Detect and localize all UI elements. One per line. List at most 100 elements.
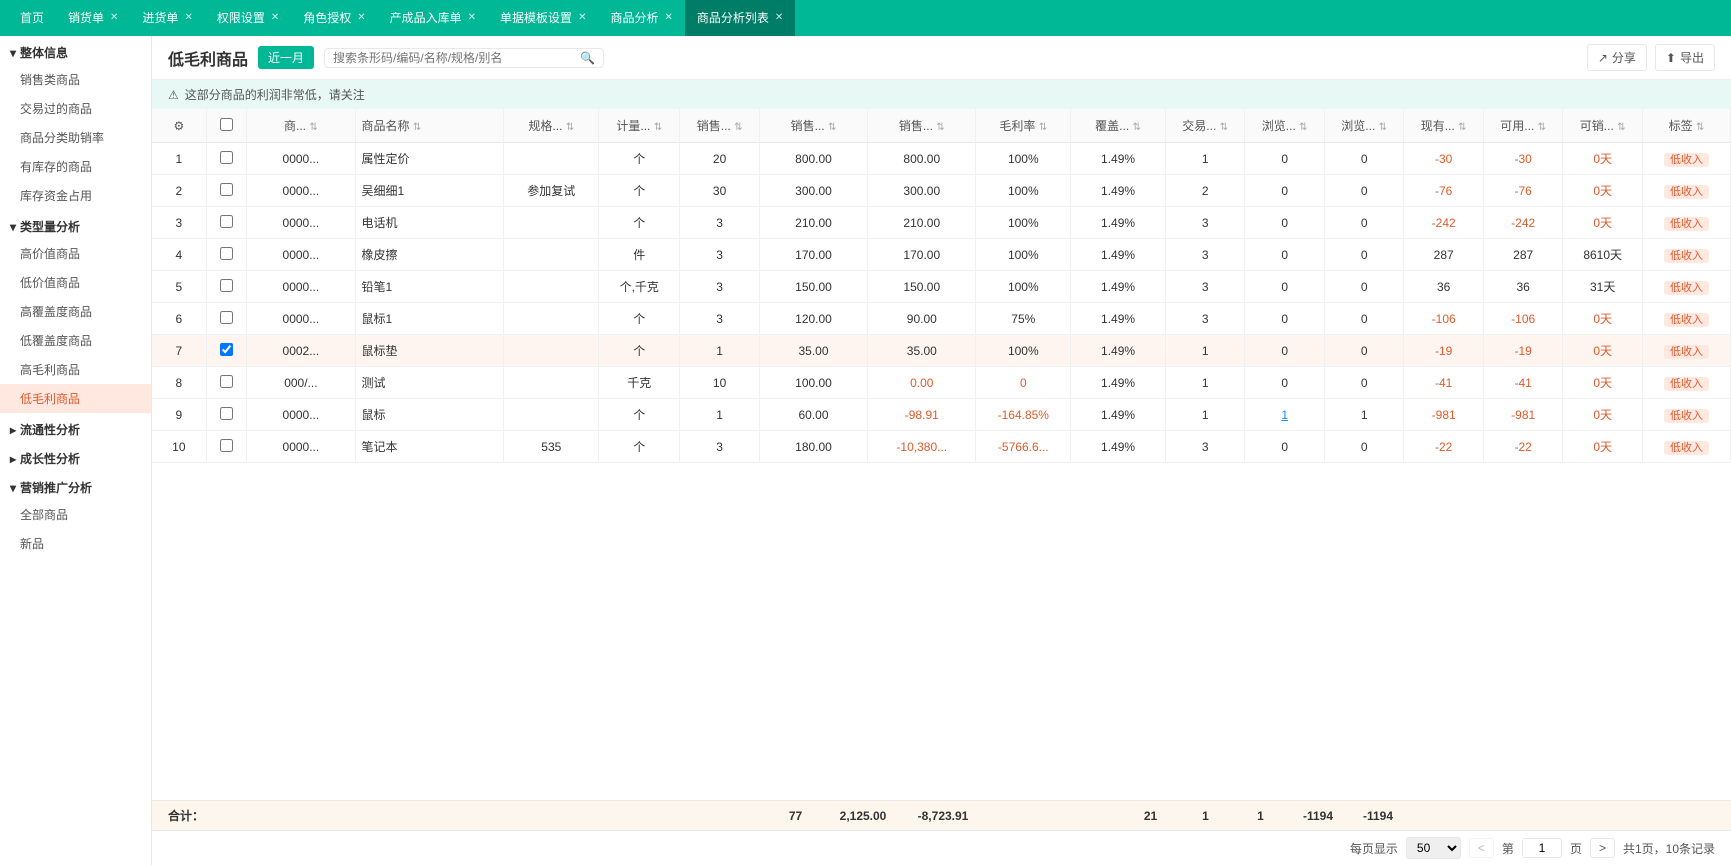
row-checkbox[interactable] [206,367,247,399]
sidebar-item-all-goods[interactable]: 全部商品 [0,500,151,529]
share-button[interactable]: ↗ 分享 [1587,44,1647,71]
nav-item-template[interactable]: 单据模板设置 ✕ [488,0,598,36]
nav-item-analysis[interactable]: 商品分析 ✕ [598,0,684,36]
close-icon[interactable]: ✕ [271,0,279,36]
search-input[interactable] [333,51,576,65]
row-sale-price: 800.00 [759,143,867,175]
nav-item-product-entry[interactable]: 产成品入库单 ✕ [378,0,488,36]
per-page-select[interactable]: 50 100 200 [1406,837,1461,859]
next-page-button[interactable]: > [1590,838,1615,858]
table-wrapper[interactable]: ⚙ 商... ⇅ 商品名称 ⇅ 规格... ⇅ 计量... ⇅ 销售... ⇅ … [152,109,1731,800]
sidebar-item-traded-goods[interactable]: 交易过的商品 [0,94,151,123]
row-checkbox[interactable] [206,175,247,207]
row-checkbox[interactable] [206,303,247,335]
col-coverage[interactable]: 覆盖... ⇅ [1071,109,1166,143]
close-icon[interactable]: ✕ [110,0,118,36]
col-view2[interactable]: 浏览... ⇅ [1324,109,1404,143]
pagination-bar: 每页显示 50 100 200 < 第 页 > 共1页，10条记录 [152,830,1731,865]
sidebar-item-high-value[interactable]: 高价值商品 [0,239,151,268]
sidebar-group-marketing[interactable]: ▾ 营销推广分析 [0,471,151,500]
sidebar-item-new-goods[interactable]: 新品 [0,529,151,558]
sidebar-item-low-value[interactable]: 低价值商品 [0,268,151,297]
col-gross-rate[interactable]: 毛利率 ⇅ [976,109,1071,143]
search-icon[interactable]: 🔍 [580,51,595,65]
row-no: 8 [152,367,206,399]
nav-item-home[interactable]: 首页 [8,0,56,36]
sidebar-group-circulation[interactable]: ▸ 流通性分析 [0,413,151,442]
sidebar-item-low-coverage[interactable]: 低覆盖度商品 [0,326,151,355]
sidebar-group-overview[interactable]: ▾ 整体信息 [0,36,151,65]
sidebar-item-high-margin[interactable]: 高毛利商品 [0,355,151,384]
row-checkbox-input[interactable] [220,343,233,356]
row-salable: 0天 [1563,207,1643,239]
row-checkbox-input[interactable] [220,247,233,260]
col-available[interactable]: 可用... ⇅ [1483,109,1563,143]
row-view1[interactable]: 1 [1245,399,1325,431]
sidebar-item-sales-goods[interactable]: 销售类商品 [0,65,151,94]
close-icon[interactable]: ✕ [468,0,476,36]
sidebar-item-category-rate[interactable]: 商品分类助销率 [0,123,151,152]
sidebar-item-low-margin[interactable]: 低毛利商品 [0,384,151,413]
sidebar-group-type-analysis[interactable]: ▾ 类型量分析 [0,210,151,239]
row-spec [504,335,599,367]
row-checkbox-input[interactable] [220,407,233,420]
row-checkbox-input[interactable] [220,279,233,292]
col-unit[interactable]: 计量... ⇅ [599,109,680,143]
row-no: 1 [152,143,206,175]
row-checkbox[interactable] [206,143,247,175]
close-icon[interactable]: ✕ [184,0,192,36]
row-checkbox-input[interactable] [220,439,233,452]
sidebar-item-stock-goods[interactable]: 有库存的商品 [0,152,151,181]
col-name[interactable]: 商品名称 ⇅ [355,109,504,143]
row-available: 36 [1483,271,1563,303]
sidebar-item-high-coverage[interactable]: 高覆盖度商品 [0,297,151,326]
row-checkbox-input[interactable] [220,311,233,324]
col-settings[interactable]: ⚙ [152,109,206,143]
nav-item-sales[interactable]: 销货单 ✕ [56,0,130,36]
col-sale-price[interactable]: 销售... ⇅ [759,109,867,143]
col-spec[interactable]: 规格... ⇅ [504,109,599,143]
sidebar-item-stock-value[interactable]: 库存资金占用 [0,181,151,210]
row-sale-price: 35.00 [759,335,867,367]
col-checkbox[interactable] [206,109,247,143]
row-coverage: 1.49% [1071,367,1166,399]
col-code[interactable]: 商... ⇅ [247,109,355,143]
row-checkbox-input[interactable] [220,151,233,164]
row-checkbox[interactable] [206,335,247,367]
nav-item-permission[interactable]: 权限设置 ✕ [205,0,291,36]
row-checkbox-input[interactable] [220,183,233,196]
row-checkbox[interactable] [206,431,247,463]
row-view1: 0 [1245,271,1325,303]
row-checkbox-input[interactable] [220,375,233,388]
close-icon[interactable]: ✕ [664,0,672,36]
row-checkbox[interactable] [206,207,247,239]
export-button[interactable]: ⬆ 导出 [1655,44,1715,71]
close-icon[interactable]: ✕ [775,0,783,36]
col-salable[interactable]: 可销... ⇅ [1563,109,1643,143]
close-icon[interactable]: ✕ [357,0,365,36]
row-sale-amount: 0.00 [868,367,976,399]
prev-page-button[interactable]: < [1469,838,1494,858]
nav-item-analysis-list[interactable]: 商品分析列表 ✕ [685,0,795,36]
col-trade[interactable]: 交易... ⇅ [1165,109,1245,143]
row-checkbox[interactable] [206,239,247,271]
row-view2: 0 [1324,335,1404,367]
nav-item-role[interactable]: 角色授权 ✕ [291,0,377,36]
col-current[interactable]: 现有... ⇅ [1404,109,1484,143]
row-checkbox[interactable] [206,271,247,303]
col-view1[interactable]: 浏览... ⇅ [1245,109,1325,143]
total-records-label: 共1页，10条记录 [1623,840,1715,857]
col-sale-num[interactable]: 销售... ⇅ [680,109,760,143]
notice-icon: ⚠ [168,88,179,102]
nav-item-purchase[interactable]: 进货单 ✕ [130,0,204,36]
page-input[interactable] [1522,838,1562,858]
sidebar-group-growth[interactable]: ▸ 成长性分析 [0,442,151,471]
row-checkbox-input[interactable] [220,215,233,228]
sidebar: ▾ 整体信息 销售类商品 交易过的商品 商品分类助销率 有库存的商品 库存资金占… [0,36,152,865]
select-all-checkbox[interactable] [220,118,233,131]
col-tag[interactable]: 标签 ⇅ [1642,109,1730,143]
row-checkbox[interactable] [206,399,247,431]
date-filter-button[interactable]: 近一月 [258,46,314,69]
close-icon[interactable]: ✕ [578,0,586,36]
col-sale-amount[interactable]: 销售... ⇅ [868,109,976,143]
